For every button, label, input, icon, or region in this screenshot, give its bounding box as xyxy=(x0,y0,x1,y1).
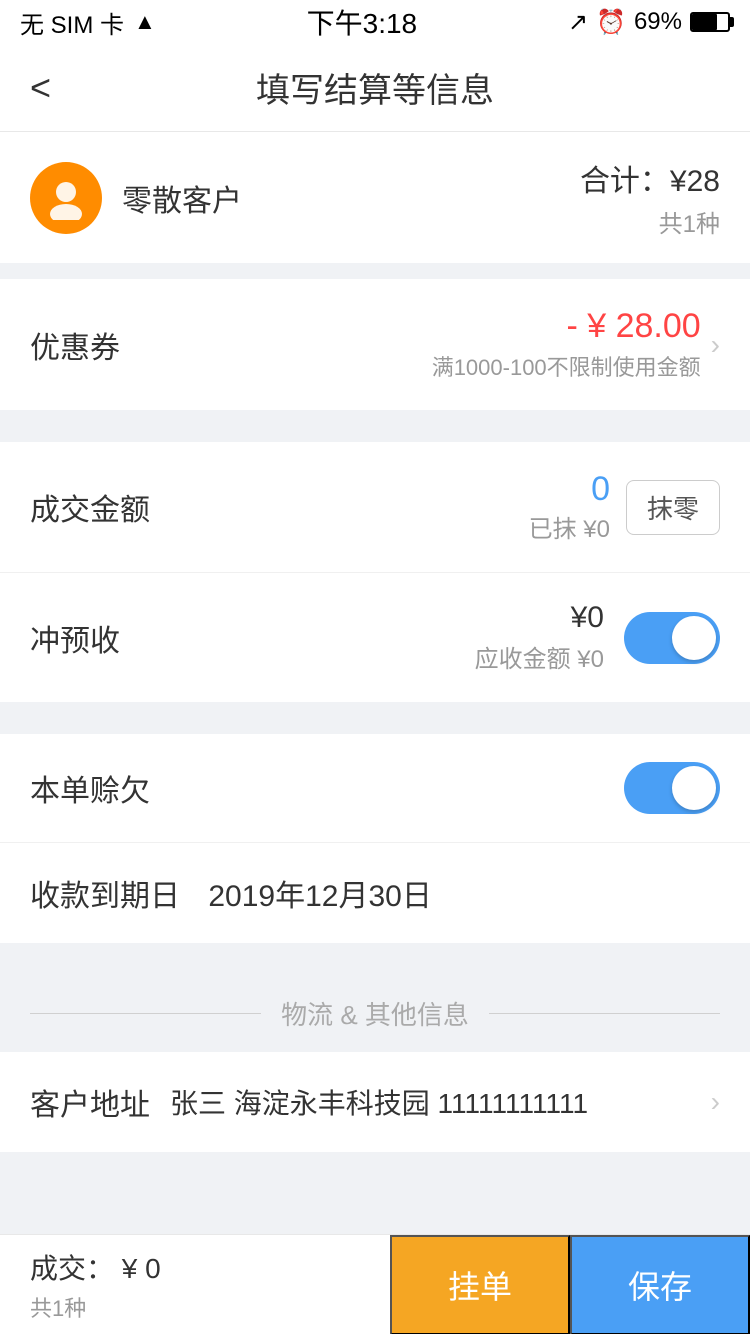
credit-label: 本单赊欠 xyxy=(30,766,150,810)
customer-row: 零散客户 合计：¥28 共1种 xyxy=(0,132,750,263)
address-section: 客户地址 张三 海淀永丰科技园 11111111111 › xyxy=(0,1052,750,1152)
alarm-icon: ⏰ xyxy=(596,8,626,37)
prepay-amount: ¥0 xyxy=(475,601,604,635)
due-date-row: 收款到期日 2019年12月30日 xyxy=(0,842,750,943)
due-date-value: 2019年12月30日 xyxy=(208,880,431,913)
deal-amount-input[interactable]: 0 xyxy=(167,470,610,509)
address-chevron-icon: › xyxy=(711,1086,720,1118)
gray-separator-1 xyxy=(0,426,750,442)
prepay-receivable: 应收金额 ¥0 xyxy=(475,639,604,674)
gray-separator-3 xyxy=(0,959,750,975)
deal-section: 成交金额 0 已抹 ¥0 抹零 冲预收 ¥0 应收金额 ¥0 xyxy=(0,442,750,702)
prepay-label: 冲预收 xyxy=(30,616,120,660)
battery-label: 69% xyxy=(634,8,682,36)
credit-toggle-knob xyxy=(672,766,716,810)
bottom-deal-amount: ¥ 0 xyxy=(122,1253,161,1284)
round-zero-button[interactable]: 抹零 xyxy=(626,480,720,535)
status-right: ↗ ⏰ 69% xyxy=(568,8,730,37)
hold-button[interactable]: 挂单 xyxy=(390,1235,570,1334)
wifi-icon: ▲ xyxy=(134,9,156,35)
prepay-row: 冲预收 ¥0 应收金额 ¥0 xyxy=(0,572,750,702)
address-value: 张三 海淀永丰科技园 11111111111 xyxy=(170,1082,711,1122)
bottom-bar: 成交： ¥ 0 共1种 挂单 保存 xyxy=(0,1234,750,1334)
customer-avatar xyxy=(30,162,102,234)
coupon-chevron-icon: › xyxy=(711,329,720,361)
coupon-discount: - ¥ 28.00 xyxy=(432,307,701,346)
address-label: 客户地址 xyxy=(30,1080,150,1124)
already-rounded: 已抹 ¥0 xyxy=(529,509,610,544)
customer-summary: 合计：¥28 共1种 xyxy=(580,156,720,239)
coupon-desc: 满1000-100不限制使用金额 xyxy=(432,350,701,382)
due-date-label: 收款到期日 xyxy=(30,880,180,913)
status-time: 下午3:18 xyxy=(307,2,418,42)
coupon-info: - ¥ 28.00 满1000-100不限制使用金额 xyxy=(432,307,701,382)
bottom-count: 共1种 xyxy=(30,1291,360,1323)
coupon-label: 优惠券 xyxy=(30,323,120,367)
total-amount: 合计：¥28 xyxy=(580,156,720,200)
deal-amount-label: 成交金额 xyxy=(30,485,150,529)
customer-left: 零散客户 xyxy=(30,162,242,234)
save-button[interactable]: 保存 xyxy=(570,1235,750,1334)
status-left: 无 SIM 卡 ▲ xyxy=(20,5,156,40)
bottom-deal-label: 成交： xyxy=(30,1253,114,1284)
prepay-toggle[interactable] xyxy=(624,612,720,664)
battery-icon xyxy=(690,12,730,32)
logistics-line-left xyxy=(30,1013,261,1014)
content-area: 零散客户 合计：¥28 共1种 优惠券 - ¥ 28.00 满1000-100不… xyxy=(0,132,750,1284)
coupon-row[interactable]: 优惠券 - ¥ 28.00 满1000-100不限制使用金额 › xyxy=(0,279,750,410)
credit-row: 本单赊欠 xyxy=(0,734,750,842)
deal-right: 0 已抹 ¥0 抹零 xyxy=(167,470,720,544)
prepay-amount-block: ¥0 应收金额 ¥0 xyxy=(475,601,604,674)
nav-bar: < 填写结算等信息 xyxy=(0,44,750,132)
due-date-content: 收款到期日 2019年12月30日 xyxy=(30,880,432,913)
back-button[interactable]: < xyxy=(30,67,51,109)
address-row[interactable]: 客户地址 张三 海淀永丰科技园 11111111111 › xyxy=(0,1052,750,1152)
avatar-svg xyxy=(44,176,88,220)
bottom-deal: 成交： ¥ 0 xyxy=(30,1247,360,1287)
logistics-title: 物流 & 其他信息 xyxy=(281,995,469,1032)
carrier-label: 无 SIM 卡 xyxy=(20,5,124,40)
customer-name: 零散客户 xyxy=(122,176,242,220)
credit-section: 本单赊欠 收款到期日 2019年12月30日 xyxy=(0,734,750,943)
coupon-right: - ¥ 28.00 满1000-100不限制使用金额 › xyxy=(432,307,720,382)
bottom-summary: 成交： ¥ 0 共1种 xyxy=(0,1235,390,1334)
location-icon: ↗ xyxy=(568,8,588,37)
address-right: › xyxy=(711,1086,720,1118)
logistics-header: 物流 & 其他信息 xyxy=(0,975,750,1052)
total-count: 共1种 xyxy=(580,204,720,239)
status-bar: 无 SIM 卡 ▲ 下午3:18 ↗ ⏰ 69% xyxy=(0,0,750,44)
deal-amount-row: 成交金额 0 已抹 ¥0 抹零 xyxy=(0,442,750,572)
page-title: 填写结算等信息 xyxy=(256,63,494,112)
credit-toggle[interactable] xyxy=(624,762,720,814)
gray-separator-2 xyxy=(0,718,750,734)
customer-section: 零散客户 合计：¥28 共1种 xyxy=(0,132,750,263)
logistics-line-right xyxy=(489,1013,720,1014)
coupon-section: 优惠券 - ¥ 28.00 满1000-100不限制使用金额 › xyxy=(0,279,750,410)
prepay-toggle-knob xyxy=(672,616,716,660)
prepay-right: ¥0 应收金额 ¥0 xyxy=(475,601,720,674)
